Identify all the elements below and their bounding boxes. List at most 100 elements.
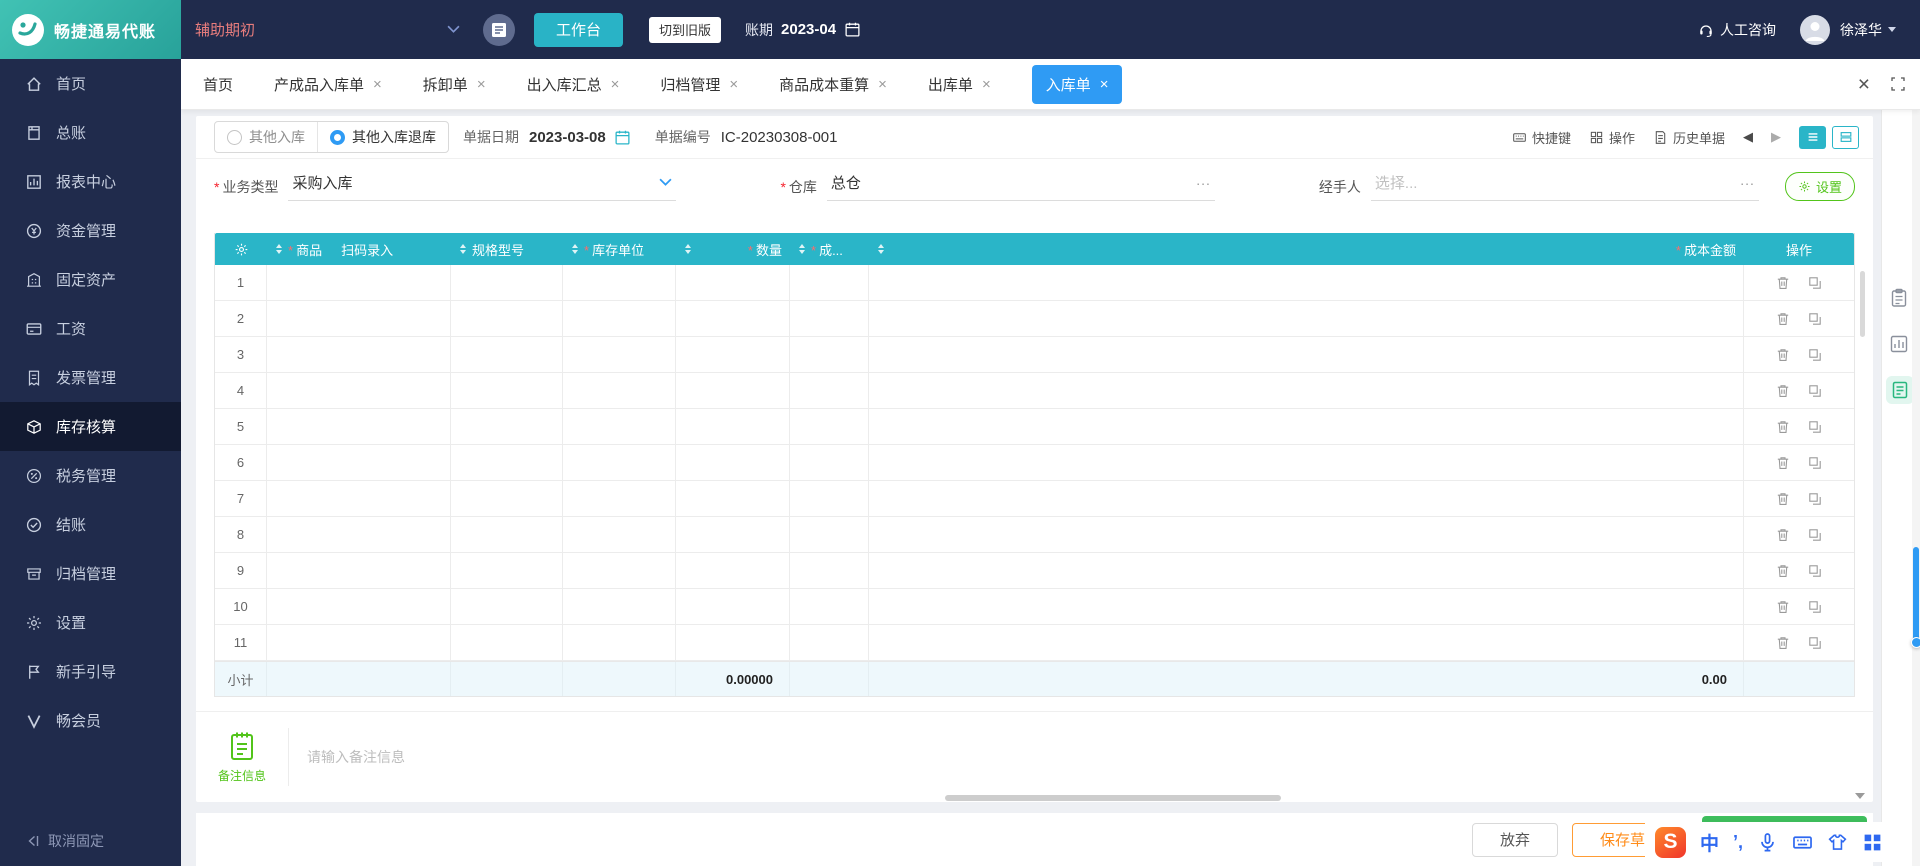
page-scrollbar-thumb[interactable] [1913, 547, 1919, 645]
cell-amount[interactable] [869, 625, 1744, 660]
news-icon[interactable] [482, 13, 516, 47]
tab-close-icon[interactable]: × [878, 77, 887, 92]
ellipsis-icon[interactable]: ... [1740, 172, 1755, 188]
user-menu[interactable]: 徐泽华 [1840, 20, 1896, 40]
page-scrollbar-track[interactable] [1911, 110, 1920, 866]
cell-cost[interactable] [790, 301, 869, 336]
operations-button[interactable]: 操作 [1589, 128, 1635, 147]
tab-close-icon[interactable]: × [611, 77, 620, 92]
cell-spec[interactable] [451, 409, 563, 444]
calendar-icon[interactable] [614, 129, 631, 146]
copy-row-icon[interactable] [1807, 383, 1823, 399]
discard-button[interactable]: 放弃 [1472, 822, 1558, 857]
sort-icon[interactable] [877, 243, 885, 255]
sidebar-item-salary[interactable]: 工资 [0, 304, 181, 353]
cell-product[interactable] [267, 517, 451, 552]
switch-old-version-button[interactable]: 切到旧版 [649, 16, 722, 43]
cell-cost[interactable] [790, 589, 869, 624]
cell-qty[interactable] [676, 301, 790, 336]
ime-punctuation-mode[interactable]: ’, [1733, 832, 1743, 853]
handler-select[interactable]: 选择... ... [1370, 172, 1759, 201]
cell-qty[interactable] [676, 625, 790, 660]
ime-chinese-mode[interactable]: 中 [1700, 829, 1719, 856]
cell-qty[interactable] [676, 337, 790, 372]
tab-0[interactable]: 首页 [203, 74, 233, 95]
cell-unit[interactable] [563, 373, 676, 408]
cell-cost[interactable] [790, 625, 869, 660]
sidebar-item-archive[interactable]: 归档管理 [0, 549, 181, 598]
tab-5[interactable]: 商品成本重算 × [779, 74, 887, 95]
cell-cost[interactable] [790, 337, 869, 372]
account-book-selector[interactable]: 辅助期初 [195, 19, 460, 40]
scroll-down-hint-icon[interactable] [1855, 793, 1865, 799]
microphone-icon[interactable] [1757, 832, 1778, 853]
cell-qty[interactable] [676, 373, 790, 408]
delete-row-icon[interactable] [1775, 527, 1791, 543]
delete-row-icon[interactable] [1775, 347, 1791, 363]
scan-entry-link[interactable]: 扫码录入 [341, 240, 393, 259]
cell-unit[interactable] [563, 625, 676, 660]
soft-keyboard-icon[interactable] [1792, 832, 1813, 853]
radio-other-inbound[interactable]: 其他入库 [215, 122, 317, 152]
close-tabs-icon[interactable]: × [1858, 74, 1870, 95]
sidebar-item-tax[interactable]: 税务管理 [0, 451, 181, 500]
cell-product[interactable] [267, 265, 451, 300]
cell-product[interactable] [267, 589, 451, 624]
sidebar-item-assets[interactable]: 固定资产 [0, 255, 181, 304]
copy-row-icon[interactable] [1807, 563, 1823, 579]
column-unit[interactable]: 库存单位 [563, 233, 676, 265]
cell-unit[interactable] [563, 337, 676, 372]
cell-product[interactable] [267, 625, 451, 660]
delete-row-icon[interactable] [1775, 455, 1791, 471]
cell-spec[interactable] [451, 265, 563, 300]
sort-icon[interactable] [798, 243, 806, 255]
cell-spec[interactable] [451, 589, 563, 624]
cell-cost[interactable] [790, 481, 869, 516]
sogou-logo-icon[interactable]: S [1655, 826, 1686, 858]
doc-date-value[interactable]: 2023-03-08 [529, 129, 606, 146]
sidebar-item-inventory[interactable]: 库存核算 [0, 402, 181, 451]
ellipsis-icon[interactable]: ... [1196, 172, 1211, 188]
cell-spec[interactable] [451, 553, 563, 588]
cell-spec[interactable] [451, 337, 563, 372]
delete-row-icon[interactable] [1775, 491, 1791, 507]
copy-row-icon[interactable] [1807, 347, 1823, 363]
workbench-button[interactable]: 工作台 [534, 12, 624, 47]
cell-amount[interactable] [869, 301, 1744, 336]
delete-row-icon[interactable] [1775, 311, 1791, 327]
sidebar-item-member[interactable]: 畅会员 [0, 696, 181, 745]
copy-row-icon[interactable] [1807, 635, 1823, 651]
cell-product[interactable] [267, 481, 451, 516]
account-period-value[interactable]: 2023-04 [781, 21, 836, 38]
tab-close-icon[interactable]: × [477, 77, 486, 92]
column-product[interactable]: 商品 扫码录入 [267, 233, 451, 265]
copy-row-icon[interactable] [1807, 527, 1823, 543]
remark-input[interactable] [307, 737, 1873, 777]
cell-amount[interactable] [869, 265, 1744, 300]
cell-amount[interactable] [869, 337, 1744, 372]
copy-row-icon[interactable] [1807, 419, 1823, 435]
warehouse-select[interactable]: 总仓 ... [826, 172, 1215, 201]
sort-icon[interactable] [684, 243, 692, 255]
sidebar-item-ledger[interactable]: 总账 [0, 108, 181, 157]
tab-close-icon[interactable]: × [982, 77, 991, 92]
cell-amount[interactable] [869, 553, 1744, 588]
column-spec[interactable]: 规格型号 [451, 233, 563, 265]
prev-doc-arrow[interactable]: ◀ [1743, 129, 1753, 145]
sort-icon[interactable] [459, 243, 467, 255]
tab-close-icon[interactable]: × [1100, 77, 1109, 92]
sidebar-item-funds[interactable]: 资金管理 [0, 206, 181, 255]
history-docs-button[interactable]: 历史单据 [1653, 128, 1725, 147]
column-qty[interactable]: 数量 [676, 233, 790, 265]
next-doc-arrow[interactable]: ▶ [1771, 129, 1781, 145]
cell-cost[interactable] [790, 517, 869, 552]
cell-spec[interactable] [451, 517, 563, 552]
cell-qty[interactable] [676, 517, 790, 552]
delete-row-icon[interactable] [1775, 563, 1791, 579]
cell-unit[interactable] [563, 301, 676, 336]
tab-4[interactable]: 归档管理 × [660, 74, 738, 95]
horizontal-scrollbar[interactable] [945, 795, 1281, 801]
column-amount[interactable]: 成本金额 [869, 233, 1744, 265]
support-button[interactable]: 人工咨询 [1698, 20, 1776, 40]
tab-close-icon[interactable]: × [729, 77, 738, 92]
